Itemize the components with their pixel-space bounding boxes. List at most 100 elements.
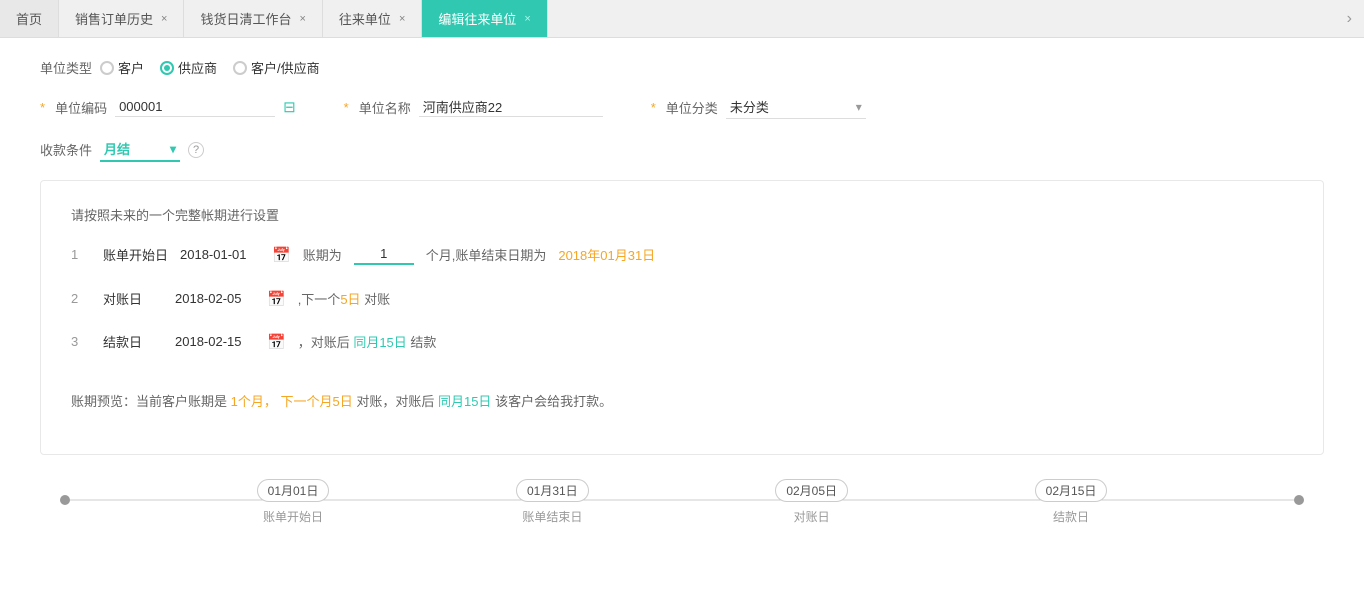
- period-months-input[interactable]: [354, 244, 414, 265]
- preview-text: 账期预览：当前客户账期是 1个月， 下一个月5日 对账，对账后 同月15日 该客…: [71, 391, 1293, 410]
- payment-arrow: ▾: [170, 142, 176, 156]
- period-calendar-3[interactable]: 📅: [267, 333, 286, 351]
- timeline-node-3: 02月05日 对账日: [775, 475, 848, 525]
- payment-value: 月结: [104, 139, 130, 158]
- preview-part1: 1个月，: [231, 394, 277, 409]
- radio-both-label: 客户/供应商: [251, 58, 320, 77]
- timeline-node-4: 02月15日 结款日: [1035, 475, 1108, 525]
- timeline-node-2: 01月31日 账单结束日: [516, 475, 589, 525]
- radio-supplier-circle: [160, 61, 174, 75]
- radio-customer-circle: [100, 61, 114, 75]
- timeline-start-dot: [60, 495, 70, 505]
- tab-partner[interactable]: 往来单位 ×: [323, 0, 422, 37]
- tab-home-label: 首页: [16, 9, 42, 28]
- unit-category-arrow: ▾: [856, 100, 862, 114]
- tab-partner-close[interactable]: ×: [399, 13, 405, 25]
- preview-part3: 同月15日: [438, 394, 491, 409]
- tab-home[interactable]: 首页: [0, 0, 59, 37]
- tab-cash-work-label: 钱货日清工作台: [200, 9, 291, 28]
- timeline-node-1: 01月01日 账单开始日: [257, 475, 330, 525]
- period-desc-2: ,下一个5日 对账: [298, 289, 390, 308]
- timeline-label-4: 结款日: [1053, 508, 1089, 525]
- radio-supplier[interactable]: 供应商: [160, 58, 217, 77]
- unit-category-label: 单位分类: [666, 98, 718, 117]
- period-desc-1-after: 个月,账单结束日期为: [426, 245, 547, 264]
- period-num-3: 3: [71, 334, 91, 349]
- period-box: 请按照未来的一个完整帐期进行设置 1 账单开始日 2018-01-01 📅 账期…: [40, 180, 1324, 455]
- unit-type-row: 单位类型 客户 供应商 客户/供应商: [40, 58, 1324, 77]
- payment-label: 收款条件: [40, 140, 92, 159]
- period-row-3: 3 结款日 2018-02-15 📅 ，对账后 同月15日 结款: [71, 332, 1293, 351]
- preview-label: 账期预览：当前客户账期是: [71, 394, 231, 409]
- period-row-1: 1 账单开始日 2018-01-01 📅 账期为 个月,账单结束日期为 2018…: [71, 244, 1293, 265]
- tab-cash-work-close[interactable]: ×: [299, 13, 305, 25]
- period-desc-3: ，对账后 同月15日 结款: [298, 332, 437, 351]
- period-desc-1-before: 账期为: [303, 245, 342, 264]
- period-title: 请按照未来的一个完整帐期进行设置: [71, 205, 1293, 224]
- payment-select[interactable]: 月结 ▾: [100, 137, 180, 162]
- period-row-2: 2 对账日 2018-02-05 📅 ,下一个5日 对账: [71, 289, 1293, 308]
- tab-expand-button[interactable]: ›: [1335, 0, 1364, 37]
- tab-sales-order-label: 销售订单历史: [75, 9, 153, 28]
- unit-name-input[interactable]: [419, 97, 603, 117]
- period-end-date: 2018年01月31日: [558, 245, 655, 264]
- tab-edit-partner-label: 编辑往来单位: [438, 9, 516, 28]
- tab-sales-order-close[interactable]: ×: [161, 13, 167, 25]
- timeline-label-1: 账单开始日: [263, 508, 323, 525]
- period-num-1: 1: [71, 247, 91, 262]
- period-date-1: 2018-01-01: [180, 247, 260, 262]
- radio-both[interactable]: 客户/供应商: [233, 58, 320, 77]
- tab-cash-work[interactable]: 钱货日清工作台 ×: [184, 0, 322, 37]
- period-calendar-2[interactable]: 📅: [267, 290, 286, 308]
- radio-both-circle: [233, 61, 247, 75]
- period-date-2: 2018-02-05: [175, 291, 255, 306]
- period-field-label-1: 账单开始日: [103, 245, 168, 264]
- unit-name-group: * 单位名称: [344, 97, 603, 117]
- timeline-start-circle: [60, 495, 70, 505]
- unit-fields-row: * 单位编码 000001 ⊟ * 单位名称 * 单位分类 未分类 ▾: [40, 95, 1324, 119]
- tabs-bar: 首页 销售订单历史 × 钱货日清工作台 × 往来单位 × 编辑往来单位 × ›: [0, 0, 1364, 38]
- unit-code-star: *: [40, 100, 45, 115]
- timeline-tag-2: 01月31日: [516, 479, 589, 502]
- preview-mid: 对账，对账后: [356, 394, 438, 409]
- period-field-label-2: 对账日: [103, 289, 163, 308]
- unit-name-star: *: [344, 100, 349, 115]
- period-num-2: 2: [71, 291, 91, 306]
- radio-supplier-label: 供应商: [178, 58, 217, 77]
- period-calendar-1[interactable]: 📅: [272, 246, 291, 264]
- unit-code-group: * 单位编码 000001 ⊟: [40, 97, 296, 117]
- tab-edit-partner[interactable]: 编辑往来单位 ×: [422, 0, 547, 37]
- tab-partner-label: 往来单位: [339, 9, 391, 28]
- unit-code-text: 000001: [119, 99, 162, 114]
- unit-name-label: 单位名称: [359, 98, 411, 117]
- payment-row: 收款条件 月结 ▾ ?: [40, 137, 1324, 162]
- tab-sales-order[interactable]: 销售订单历史 ×: [59, 0, 184, 37]
- unit-category-select[interactable]: 未分类 ▾: [726, 95, 866, 119]
- period-date-3: 2018-02-15: [175, 334, 255, 349]
- timeline-container: 01月01日 账单开始日 01月31日 账单结束日 02月05日 对账日 02月…: [40, 475, 1324, 525]
- unit-category-star: *: [651, 100, 656, 115]
- radio-customer-label: 客户: [118, 58, 144, 77]
- tab-edit-partner-close[interactable]: ×: [524, 13, 530, 25]
- period-day-3: 同月15日: [353, 335, 406, 350]
- timeline-tag-1: 01月01日: [257, 479, 330, 502]
- unit-code-label: 单位编码: [55, 98, 107, 117]
- unit-type-radio-group: 客户 供应商 客户/供应商: [100, 58, 320, 77]
- timeline-end-circle: [1294, 495, 1304, 505]
- unit-category-group: * 单位分类 未分类 ▾: [651, 95, 866, 119]
- timeline-tag-4: 02月15日: [1035, 479, 1108, 502]
- timeline-label-3: 对账日: [794, 508, 830, 525]
- timeline-end-dot: [1294, 495, 1304, 505]
- unit-code-value: 000001: [115, 97, 275, 117]
- preview-section: 账期预览：当前客户账期是 1个月， 下一个月5日 对账，对账后 同月15日 该客…: [71, 375, 1293, 410]
- payment-help-icon[interactable]: ?: [188, 142, 204, 158]
- period-field-label-3: 结款日: [103, 332, 163, 351]
- unit-type-label: 单位类型: [40, 58, 92, 77]
- timeline-label-2: 账单结束日: [522, 508, 582, 525]
- radio-customer[interactable]: 客户: [100, 58, 144, 77]
- preview-end: 该客户会给我打款。: [495, 394, 612, 409]
- main-content: 单位类型 客户 供应商 客户/供应商 * 单位编码 000001 ⊟: [0, 38, 1364, 608]
- unit-category-value: 未分类: [730, 97, 769, 116]
- preview-part2: 下一个月5日: [280, 394, 352, 409]
- unit-code-copy-icon[interactable]: ⊟: [283, 98, 296, 116]
